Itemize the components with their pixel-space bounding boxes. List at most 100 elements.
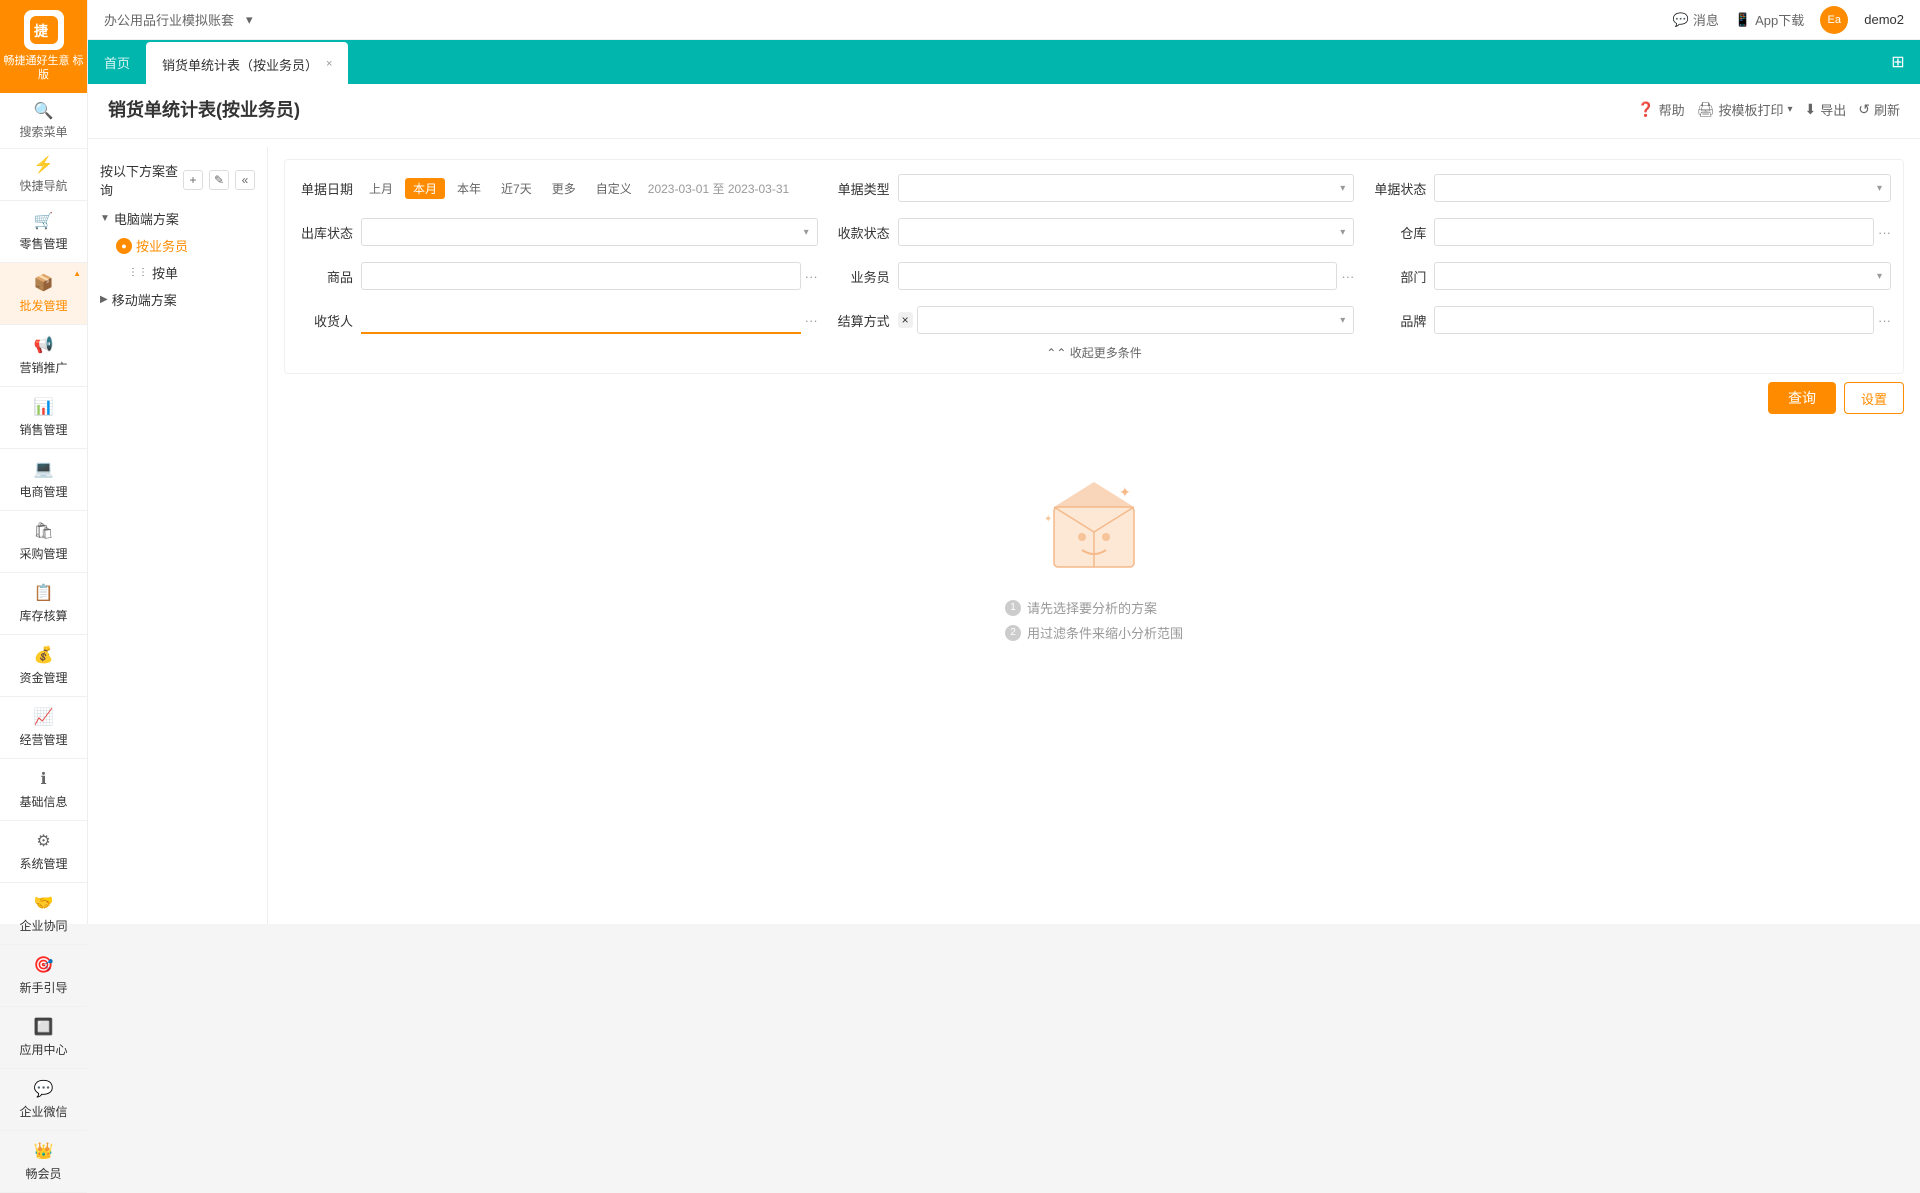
salesman-input[interactable]: [898, 262, 1338, 290]
doc-status-select[interactable]: ▾: [1434, 174, 1891, 202]
refresh-button[interactable]: ↺ 刷新: [1858, 100, 1900, 119]
sidebar-item-basic[interactable]: ℹ 基础信息: [0, 759, 87, 821]
panel-collapse-button[interactable]: «: [235, 170, 255, 190]
date-last-month[interactable]: 上月: [361, 178, 401, 199]
sidebar-item-apps[interactable]: 🔲 应用中心: [0, 1007, 87, 1069]
system-label: 系统管理: [19, 855, 67, 872]
add-icon: +: [189, 173, 196, 187]
logo-icon: 捷: [24, 10, 64, 50]
by-order-label: 按单: [152, 263, 178, 282]
sidebar-item-member[interactable]: 👑 畅会员: [0, 1131, 87, 1193]
sidebar-item-wholesale[interactable]: 📦 批发管理 ▲: [0, 263, 87, 325]
user-name[interactable]: demo2: [1864, 12, 1904, 27]
recv-status-select[interactable]: ▾: [898, 218, 1355, 246]
finance-label: 资金管理: [19, 669, 67, 686]
expand-icon: ⊞: [1891, 52, 1904, 72]
filter-salesman: 业务员 ···: [834, 260, 1355, 292]
tab-sales-stats[interactable]: 销货单统计表（按业务员） ×: [146, 42, 348, 86]
right-panel: 单据日期 上月 本月 本年 近7天 更多 自定义 2023-03-01 至 20…: [268, 147, 1920, 924]
tab-close-icon[interactable]: ×: [326, 58, 332, 70]
sidebar-item-operations[interactable]: 📈 经营管理: [0, 697, 87, 759]
refresh-icon: ↺: [1858, 101, 1870, 118]
consignee-input[interactable]: [361, 306, 801, 334]
tree-item-mobile[interactable]: ▶ 移动端方案: [88, 286, 267, 313]
out-status-select[interactable]: ▾: [361, 218, 818, 246]
user-avatar[interactable]: Ea: [1820, 6, 1848, 34]
member-label: 畅会员: [25, 1165, 61, 1182]
sidebar-item-wechat[interactable]: 💬 企业微信: [0, 1069, 87, 1131]
tabbar-expand-button[interactable]: ⊞: [1876, 40, 1920, 84]
tabbar: 首页 销货单统计表（按业务员） × ⊞: [88, 40, 1920, 84]
export-label: 导出: [1820, 100, 1846, 119]
salesman-dots[interactable]: ···: [1341, 269, 1354, 284]
sidebar-item-marketing[interactable]: 📢 营销推广: [0, 325, 87, 387]
panel-add-button[interactable]: +: [183, 170, 203, 190]
finance-icon: 💰: [34, 645, 54, 665]
sidebar-item-sales[interactable]: 📊 销售管理: [0, 387, 87, 449]
collapse-bar[interactable]: ⌃⌃ 收起更多条件: [297, 336, 1891, 369]
topbar: 办公用品行业模拟账套 ▾ 💬 消息 📱 App下载 Ea demo2: [88, 0, 1920, 40]
filter-wrapper: 单据日期 上月 本月 本年 近7天 更多 自定义 2023-03-01 至 20…: [284, 159, 1904, 374]
export-button[interactable]: ⬇ 导出: [1805, 100, 1847, 119]
app-download-button[interactable]: 📱 App下载: [1735, 10, 1804, 29]
guide-icon: 🎯: [34, 955, 54, 975]
sidebar-item-ecommerce[interactable]: 💻 电商管理: [0, 449, 87, 511]
empty-tips: 1 请先选择要分析的方案 2 用过滤条件来缩小分析范围: [1005, 598, 1183, 648]
sidebar-item-retail[interactable]: 🛒 零售管理: [0, 201, 87, 263]
goods-input[interactable]: [361, 262, 801, 290]
panel-edit-button[interactable]: ✎: [209, 170, 229, 190]
query-button[interactable]: 查询: [1768, 382, 1836, 414]
warehouse-dots[interactable]: ···: [1878, 225, 1891, 240]
app-download-label: App下载: [1755, 10, 1804, 29]
goods-dots[interactable]: ···: [805, 269, 818, 284]
recv-status-arrow: ▾: [1340, 227, 1345, 238]
date-this-month[interactable]: 本月: [405, 178, 445, 199]
print-button[interactable]: 🖨 按模板打印 ▾: [1697, 100, 1793, 119]
tree-item-by-order[interactable]: ⋮⋮ 按单: [88, 259, 267, 286]
payment-tag: ×: [898, 312, 913, 328]
industry-dropdown-icon[interactable]: ▾: [246, 12, 253, 28]
tab-home[interactable]: 首页: [88, 40, 146, 84]
brand-dots[interactable]: ···: [1878, 313, 1891, 328]
date-more[interactable]: 更多: [544, 178, 584, 199]
tree-item-by-salesman[interactable]: ● 按业务员: [88, 232, 267, 259]
print-dropdown-icon[interactable]: ▾: [1787, 104, 1792, 115]
filter-consignee: 收货人 ···: [297, 304, 818, 336]
sidebar-item-inventory[interactable]: 📋 库存核算: [0, 573, 87, 635]
settings-button[interactable]: 设置: [1844, 382, 1904, 414]
warehouse-input[interactable]: [1434, 218, 1874, 246]
payment-select[interactable]: ▾: [917, 306, 1355, 334]
wholesale-icon: 📦: [34, 273, 54, 293]
date-custom[interactable]: 自定义: [588, 178, 640, 199]
sidebar-search-item[interactable]: 🔍 搜索菜单: [0, 93, 87, 149]
content-area: 销货单统计表(按业务员) ❓ 帮助 🖨 按模板打印 ▾ ⬇ 导出 ↺ 刷新: [88, 84, 1920, 924]
filter-out-status: 出库状态 ▾: [297, 216, 818, 248]
help-button[interactable]: ❓ 帮助: [1637, 100, 1684, 119]
consignee-dots[interactable]: ···: [805, 313, 818, 328]
industry-title[interactable]: 办公用品行业模拟账套: [104, 10, 234, 29]
sidebar: 捷 畅捷通好生意 标版 🔍 搜索菜单 ⚡ 快捷导航 🛒 零售管理 📦 批发管理 …: [0, 0, 88, 924]
message-button[interactable]: 💬 消息: [1673, 10, 1719, 29]
inventory-label: 库存核算: [19, 607, 67, 624]
tip-num-1: 1: [1005, 600, 1021, 616]
sidebar-item-collab[interactable]: 🤝 企业协同: [0, 883, 87, 945]
tree-item-desktop[interactable]: ▼ 电脑端方案: [88, 205, 267, 232]
sidebar-item-purchase[interactable]: 🛍 采购管理: [0, 511, 87, 573]
payment-tag-close[interactable]: ×: [902, 313, 909, 327]
filter-warehouse: 仓库 ···: [1370, 216, 1891, 248]
brand-input[interactable]: [1434, 306, 1874, 334]
date-this-year[interactable]: 本年: [449, 178, 489, 199]
dept-select[interactable]: ▾: [1434, 262, 1891, 290]
collapse-label: 收起更多条件: [1070, 346, 1142, 360]
doc-type-select[interactable]: ▾: [898, 174, 1355, 202]
page-header: 销货单统计表(按业务员) ❓ 帮助 🖨 按模板打印 ▾ ⬇ 导出 ↺ 刷新: [88, 84, 1920, 130]
sidebar-item-guide[interactable]: 🎯 新手引导: [0, 945, 87, 1007]
sidebar-item-system[interactable]: ⚙ 系统管理: [0, 821, 87, 883]
date-last-7-days[interactable]: 近7天: [493, 178, 540, 199]
app-download-icon: 📱: [1735, 12, 1751, 28]
tab-home-label: 首页: [104, 53, 130, 72]
sidebar-quicknav-item[interactable]: ⚡ 快捷导航: [0, 149, 87, 201]
warehouse-label: 仓库: [1370, 223, 1426, 242]
sidebar-item-finance[interactable]: 💰 资金管理: [0, 635, 87, 697]
sidebar-logo[interactable]: 捷 畅捷通好生意 标版: [0, 0, 87, 93]
